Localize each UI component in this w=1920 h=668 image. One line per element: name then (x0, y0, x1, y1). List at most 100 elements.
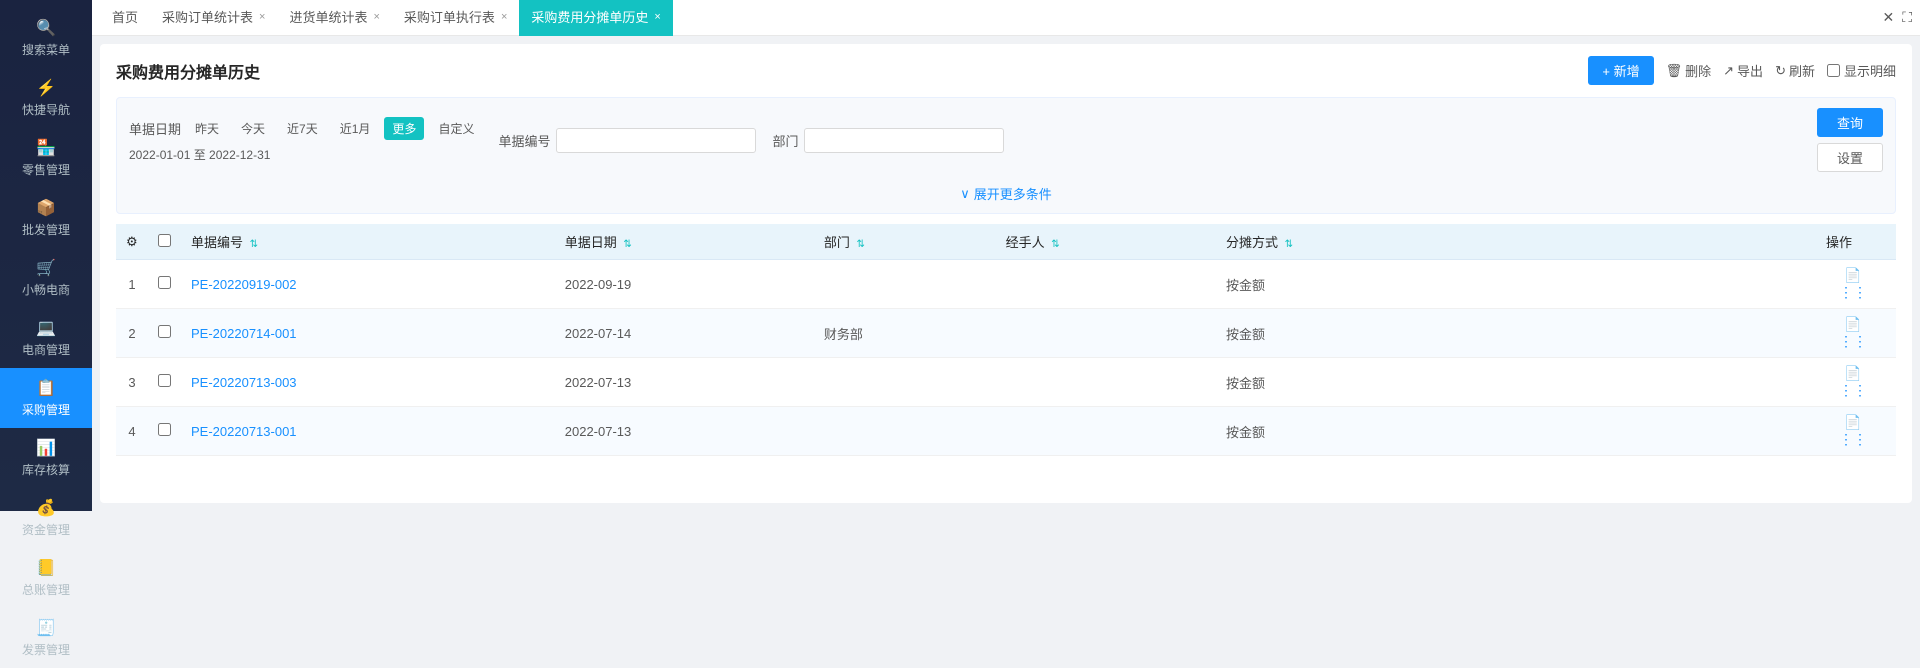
row-checkbox[interactable] (158, 325, 171, 338)
date-filter-group: 单据日期 昨天 今天 近7天 近1月 更多 自定义 2022-01-01 至 2… (129, 117, 482, 163)
refresh-icon: ↻ (1775, 63, 1786, 79)
sidebar-item-quick-nav[interactable]: ⚡ 快捷导航 (0, 68, 92, 128)
td-checkbox (148, 309, 181, 358)
tab-close-purchase-order-stats[interactable]: × (259, 11, 265, 23)
tab-close-purchase-order-exec[interactable]: × (501, 11, 507, 23)
show-columns-checkbox[interactable] (1827, 64, 1840, 77)
sidebar-item-label: 小畅电商 (4, 281, 88, 298)
fullscreen-icon[interactable]: ⛶ (1902, 9, 1912, 26)
date-btn-more[interactable]: 更多 (384, 117, 424, 140)
show-columns-toggle[interactable]: 显示明细 (1827, 61, 1896, 80)
doc-number-link[interactable]: PE-20220919-002 (191, 277, 297, 292)
td-handler (996, 309, 1216, 358)
tab-purchase-order-exec[interactable]: 采购订单执行表 × (392, 0, 519, 36)
date-btn-yesterday[interactable]: 昨天 (187, 117, 227, 140)
more-op-icon[interactable]: ⋮⋮ (1839, 382, 1867, 398)
td-checkbox (148, 358, 181, 407)
td-handler (996, 260, 1216, 309)
sidebar-item-inventory[interactable]: 📊 库存核算 (0, 428, 92, 488)
th-split-method[interactable]: 分摊方式 ⇅ (1216, 224, 1816, 260)
td-split-method: 按金额 (1216, 309, 1816, 358)
mini-shop-icon: 🛒 (4, 258, 88, 278)
th-checkbox (148, 224, 181, 260)
td-dept (814, 260, 996, 309)
sidebar-item-purchase[interactable]: 📋 采购管理 (0, 368, 92, 428)
tab-bar: 首页 采购订单统计表 × 进货单统计表 × 采购订单执行表 × 采购费用分摊单历… (92, 0, 1920, 36)
row-checkbox[interactable] (158, 276, 171, 289)
date-btn-today[interactable]: 今天 (233, 117, 273, 140)
th-dept-label: 部门 (824, 235, 850, 250)
sidebar-item-invoice[interactable]: 🧾 发票管理 (0, 608, 92, 668)
th-doc-date[interactable]: 单据日期 ⇅ (555, 224, 814, 260)
date-btn-7days[interactable]: 近7天 (279, 117, 326, 140)
data-table: ⚙ 单据编号 ⇅ 单据日期 ⇅ 部门 ⇅ (116, 224, 1896, 456)
sidebar-item-finance[interactable]: 💰 资金管理 (0, 488, 92, 548)
doc-number-link[interactable]: PE-20220714-001 (191, 326, 297, 341)
tab-close-goods-receipt-stats[interactable]: × (373, 11, 379, 23)
sort-split-method-icon: ⇅ (1285, 239, 1293, 250)
row-checkbox[interactable] (158, 374, 171, 387)
th-doc-number[interactable]: 单据编号 ⇅ (181, 224, 555, 260)
more-op-icon[interactable]: ⋮⋮ (1839, 333, 1867, 349)
row-checkbox[interactable] (158, 423, 171, 436)
date-btn-1month[interactable]: 近1月 (332, 117, 379, 140)
sidebar-item-search[interactable]: 🔍 搜索菜单 (0, 8, 92, 68)
chevron-down-icon: ∨ (960, 186, 970, 202)
th-handler[interactable]: 经手人 ⇅ (996, 224, 1216, 260)
wholesale-icon: 📦 (4, 198, 88, 218)
delete-button[interactable]: 🗑 删除 (1666, 61, 1712, 80)
td-doc-number: PE-20220919-002 (181, 260, 555, 309)
td-handler (996, 407, 1216, 456)
edit-icon[interactable]: 📄 (1844, 267, 1861, 283)
date-btn-custom[interactable]: 自定义 (430, 117, 482, 140)
th-split-method-label: 分摊方式 (1226, 235, 1278, 250)
th-dept[interactable]: 部门 ⇅ (814, 224, 996, 260)
expand-filter-button[interactable]: ∨ 展开更多条件 (960, 184, 1052, 203)
doc-number-link[interactable]: PE-20220713-003 (191, 375, 297, 390)
sidebar-item-retail[interactable]: 🏪 零售管理 (0, 128, 92, 188)
query-button[interactable]: 查询 (1817, 108, 1883, 137)
doc-number-label: 单据编号 (498, 131, 550, 150)
page-title: 采购费用分摊单历史 (116, 59, 260, 83)
ecommerce-icon: 💻 (4, 318, 88, 338)
td-split-method: 按金额 (1216, 407, 1816, 456)
edit-icon[interactable]: 📄 (1844, 316, 1861, 332)
edit-icon[interactable]: 📄 (1844, 414, 1861, 430)
close-all-tabs-icon[interactable]: ✕ (1882, 9, 1894, 26)
search-icon: 🔍 (4, 18, 88, 38)
sort-handler-icon: ⇅ (1051, 239, 1059, 250)
td-operations: 📄 ⋮⋮ (1816, 407, 1896, 456)
td-operations: 📄 ⋮⋮ (1816, 358, 1896, 407)
sidebar-item-accounting[interactable]: 📒 总账管理 (0, 548, 92, 608)
tab-home[interactable]: 首页 (100, 0, 150, 36)
sidebar-item-label: 零售管理 (4, 161, 88, 178)
tab-purchase-order-stats[interactable]: 采购订单统计表 × (150, 0, 277, 36)
doc-number-link[interactable]: PE-20220713-001 (191, 424, 297, 439)
sort-doc-number-icon: ⇅ (250, 239, 258, 250)
sidebar-item-wholesale[interactable]: 📦 批发管理 (0, 188, 92, 248)
tab-bar-actions: ✕ ⛶ (1882, 9, 1912, 26)
page-header: 采购费用分摊单历史 + 新增 🗑 删除 ↗ 导出 ↻ 刷新 显示明细 (116, 56, 1896, 85)
td-operations: 📄 ⋮⋮ (1816, 260, 1896, 309)
main-area: 首页 采购订单统计表 × 进货单统计表 × 采购订单执行表 × 采购费用分摊单历… (92, 0, 1920, 511)
sort-doc-date-icon: ⇅ (623, 239, 631, 250)
sidebar-item-ecommerce[interactable]: 💻 电商管理 (0, 308, 92, 368)
sidebar-item-mini-shop[interactable]: 🛒 小畅电商 (0, 248, 92, 308)
th-settings[interactable]: ⚙ (116, 224, 148, 260)
add-button[interactable]: + 新增 (1588, 56, 1653, 85)
refresh-button[interactable]: ↻ 刷新 (1775, 61, 1815, 80)
setting-button[interactable]: 设置 (1817, 143, 1883, 172)
sidebar-item-label: 电商管理 (4, 341, 88, 358)
doc-number-input[interactable] (556, 128, 756, 153)
edit-icon[interactable]: 📄 (1844, 365, 1861, 381)
more-op-icon[interactable]: ⋮⋮ (1839, 431, 1867, 447)
more-op-icon[interactable]: ⋮⋮ (1839, 284, 1867, 300)
export-button[interactable]: ↗ 导出 (1723, 61, 1763, 80)
date-range-display: 2022-01-01 至 2022-12-31 (129, 146, 482, 163)
dept-select[interactable]: 财务部 (804, 128, 1004, 153)
dept-filter-group: 部门 财务部 (772, 128, 1004, 153)
tab-purchase-cost-history[interactable]: 采购费用分摊单历史 × (519, 0, 672, 36)
select-all-checkbox[interactable] (158, 234, 171, 247)
tab-close-purchase-cost-history[interactable]: × (654, 11, 660, 23)
tab-goods-receipt-stats[interactable]: 进货单统计表 × (277, 0, 391, 36)
